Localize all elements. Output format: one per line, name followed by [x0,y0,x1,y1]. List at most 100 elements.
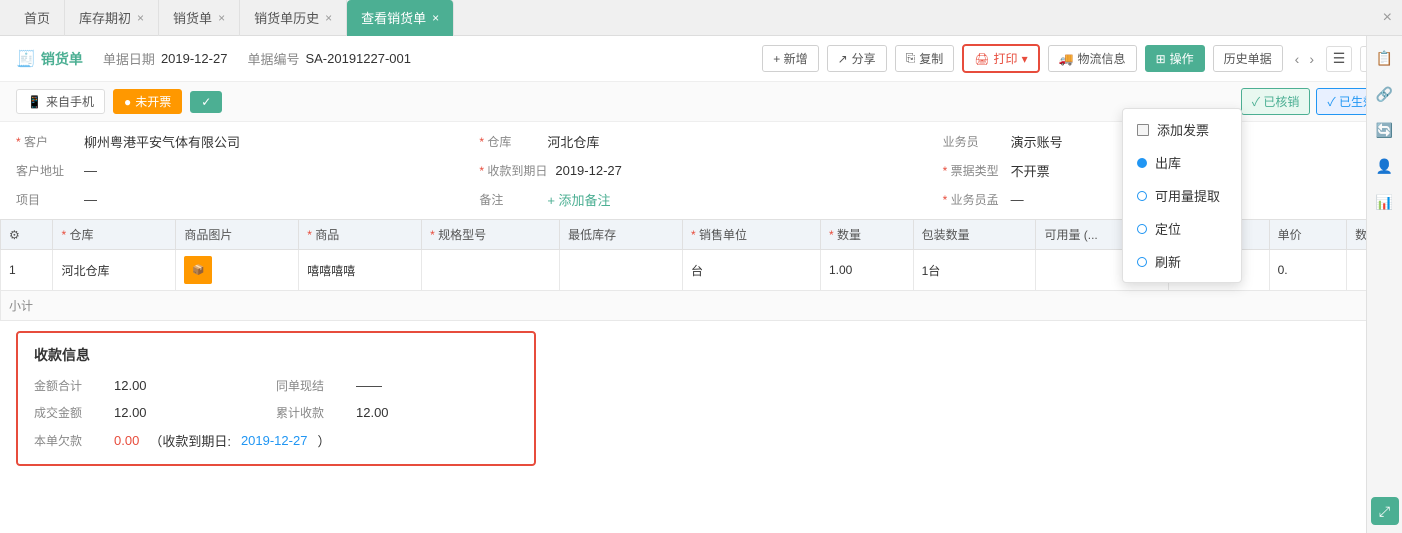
sidebar-icon-1[interactable]: 📋 [1371,44,1399,72]
salesman-label: 业务员孟 [943,191,1003,208]
payment-grid: 金额合计 12.00 同单现结 —— 成交金额 12.00 累计收款 12.00… [34,375,518,452]
owed-label: 本单欠款 [34,432,104,449]
col-settings[interactable]: ⚙ [1,220,53,250]
print-icon: 🖨 [974,52,989,66]
address-value: — [84,163,97,178]
deal-amount-label: 成交金额 [34,404,104,421]
payment-box-title: 收款信息 [34,345,518,365]
history-button[interactable]: 历史单据 [1213,45,1283,72]
subtotal-row: 小计 [1,291,1402,321]
cell-warehouse: 河北仓库 [53,250,176,291]
ticket-type-value: 不开票 [1011,161,1050,180]
tab-home[interactable]: 首页 [10,0,65,36]
cell-min-stock [560,250,683,291]
available-extract-icon [1137,191,1147,201]
ticket-type-label: 票据类型 [943,162,1003,179]
not-opened-btn[interactable]: ● 未开票 [113,89,182,114]
doc-date-item: 单据日期 2019-12-27 [103,49,228,68]
sidebar-icon-2[interactable]: 🔗 [1371,80,1399,108]
staff-label: 业务员 [943,133,1003,150]
doc-header: 🧾 销货单 单据日期 2019-12-27 单据编号 SA-20191227-0… [0,36,1402,82]
project-row: 项目 — [16,190,459,209]
check-icon: ✓ [201,95,211,109]
operate-icon: ⊞ [1156,52,1166,66]
main-container: 🧾 销货单 单据日期 2019-12-27 单据编号 SA-20191227-0… [0,36,1402,533]
operate-button[interactable]: ⊞ 操作 [1145,45,1205,72]
tab-inventory-close[interactable]: × [137,11,144,25]
doc-title: 🧾 销货单 [16,49,83,69]
cell-spec [422,250,560,291]
print-button[interactable]: 🖨 打印 ▾ [962,44,1039,73]
logistics-button[interactable]: 🚚 物流信息 [1048,45,1137,72]
project-value: — [84,192,97,207]
cell-img: 📦 [176,250,299,291]
project-label: 项目 [16,191,76,208]
col-spec: * 规格型号 [422,220,560,250]
sidebar-icon-expand[interactable]: ⤢ [1371,497,1399,525]
dropdown-available-extract[interactable]: 可用量提取 [1123,179,1241,212]
doc-meta: 单据日期 2019-12-27 单据编号 SA-20191227-001 [103,49,762,68]
note-row: 备注 + 添加备注 [479,190,922,209]
nav-next[interactable]: › [1305,49,1318,69]
ticket-icon: ● [124,95,131,109]
total-value: 12.00 [114,378,147,393]
doc-title-icon: 🧾 [16,49,36,69]
address-row: 客户地址 — [16,161,459,180]
toolbar-right: ✓ 已核销 ✓ 已生效 [1241,88,1386,115]
dropdown-refresh[interactable]: 刷新 [1123,245,1241,278]
from-phone-btn[interactable]: 📱 来自手机 [16,89,105,114]
warehouse-row: 仓库 河北仓库 [479,132,922,151]
outbound-icon [1137,158,1147,168]
payment-box: 收款信息 金额合计 12.00 同单现结 —— 成交金额 12.00 累计收款 … [16,331,536,466]
address-label: 客户地址 [16,162,76,179]
copy-button[interactable]: ⎘ 复制 [895,45,955,72]
sold-off-btn[interactable]: ✓ 已核销 [1241,88,1311,115]
same-order-label: 同单现结 [276,377,346,394]
nav-prev[interactable]: ‹ [1291,49,1304,69]
active-icon: ✓ [1327,95,1335,109]
tab-view-sales-close[interactable]: × [432,11,439,25]
tab-view-sales[interactable]: 查看销货单 × [347,0,454,36]
sidebar-icon-4[interactable]: 👤 [1371,152,1399,180]
add-invoice-icon [1137,124,1149,136]
owed-date: 2019-12-27 [241,433,308,448]
refresh-icon [1137,257,1147,267]
dropdown-menu: 添加发票 出库 可用量提取 定位 刷新 [1122,108,1242,283]
tab-sales-history-close[interactable]: × [325,11,332,25]
locate-icon [1137,224,1147,234]
product-image: 📦 [184,256,212,284]
tab-sales-close[interactable]: × [218,11,225,25]
total-label: 金额合计 [34,377,104,394]
phone-icon: 📱 [27,95,42,109]
right-sidebar: 📋 🔗 🔄 👤 📊 ⤢ [1366,36,1402,533]
view-list-btn[interactable]: ☰ [1326,46,1352,72]
copy-icon: ⎘ [906,51,916,66]
sidebar-icon-3[interactable]: 🔄 [1371,116,1399,144]
share-button[interactable]: ↗ 分享 [827,45,887,72]
tab-bar: 首页 库存期初 × 销货单 × 销货单历史 × 查看销货单 × × [0,0,1402,36]
cell-unit: 台 [682,250,820,291]
salesman-value: — [1011,192,1024,207]
cumulative-label: 累计收款 [276,404,346,421]
tab-sales[interactable]: 销货单 × [159,0,240,36]
dropdown-locate[interactable]: 定位 [1123,212,1241,245]
add-note-btn[interactable]: + 添加备注 [547,190,610,209]
tab-bar-close[interactable]: × [1383,9,1392,27]
dropdown-outbound[interactable]: 出库 [1123,146,1241,179]
doc-no-item: 单据编号 SA-20191227-001 [247,49,411,68]
tab-sales-history[interactable]: 销货单历史 × [240,0,347,36]
col-min-stock: 最低库存 [560,220,683,250]
tab-inventory[interactable]: 库存期初 × [65,0,159,36]
owed-value: 0.00 [114,433,139,448]
customer-value: 柳州粤港平安气体有限公司 [84,132,240,151]
new-button[interactable]: + 新增 [762,45,818,72]
deal-amount-row: 成交金额 12.00 [34,402,276,423]
doc-actions: + 新增 ↗ 分享 ⎘ 复制 🖨 打印 ▾ 🚚 物流信息 ⊞ 操作 [762,44,1386,73]
deal-amount-value: 12.00 [114,405,147,420]
check-btn[interactable]: ✓ [190,91,222,113]
share-icon: ↗ [838,52,848,66]
col-pack: 包装数量 [913,220,1036,250]
dropdown-add-invoice[interactable]: 添加发票 [1123,113,1241,146]
sidebar-icon-5[interactable]: 📊 [1371,188,1399,216]
cell-qty: 1.00 [820,250,913,291]
